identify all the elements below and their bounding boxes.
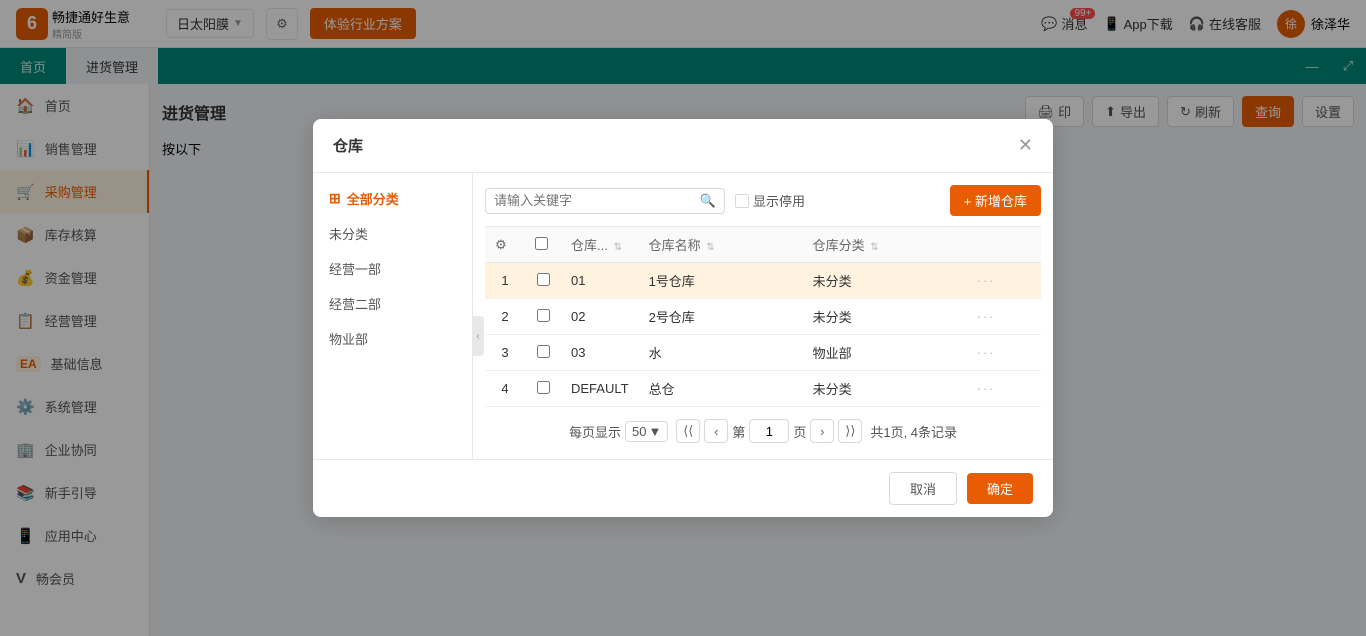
col-id[interactable]: 仓库... ⇅	[561, 227, 639, 263]
table-row[interactable]: 3 03 水 物业部 ···	[485, 335, 1041, 371]
col-actions	[967, 227, 1041, 263]
page-label: 第	[732, 422, 745, 441]
dialog-header: 仓库 ✕	[313, 119, 1053, 173]
cat-item-label: 物业部	[329, 329, 368, 348]
more-actions-icon[interactable]: ···	[977, 345, 996, 360]
row-category: 未分类	[803, 263, 967, 299]
row-index: 1	[485, 263, 525, 299]
prev-page-button[interactable]: ‹	[704, 419, 728, 443]
col-name[interactable]: 仓库名称 ⇅	[639, 227, 803, 263]
grid-icon: ⊞	[329, 190, 341, 207]
row-category: 未分类	[803, 371, 967, 407]
row-select-checkbox[interactable]	[537, 345, 550, 358]
cat-item-ops2[interactable]: 经营二部	[313, 286, 472, 321]
cat-item-label: 未分类	[329, 224, 368, 243]
row-actions[interactable]: ···	[967, 371, 1041, 407]
sort-icon: ⇅	[870, 242, 878, 253]
row-code: 01	[561, 263, 639, 299]
dialog-title: 仓库	[333, 135, 363, 156]
row-select-checkbox[interactable]	[537, 309, 550, 322]
row-checkbox[interactable]	[525, 263, 561, 299]
row-name: 1号仓库	[639, 263, 803, 299]
chevron-down-icon: ▼	[648, 424, 661, 439]
page-size-value: 50	[632, 424, 646, 439]
select-all-checkbox[interactable]	[535, 237, 548, 250]
cat-item-property[interactable]: 物业部	[313, 321, 472, 356]
sort-icon: ⇅	[706, 242, 714, 253]
row-index: 4	[485, 371, 525, 407]
row-code: 02	[561, 299, 639, 335]
table-row[interactable]: 2 02 2号仓库 未分类 ···	[485, 299, 1041, 335]
dialog-body: ⊞ 全部分类 未分类 经营一部 经营二部 物业部 ‹	[313, 173, 1053, 459]
col-settings[interactable]: ⚙	[485, 227, 525, 263]
page-size-select[interactable]: 50 ▼	[625, 421, 668, 442]
more-actions-icon[interactable]: ···	[977, 309, 996, 324]
row-actions[interactable]: ···	[967, 263, 1041, 299]
page-size-area: 每页显示 50 ▼	[569, 421, 668, 442]
row-select-checkbox[interactable]	[537, 273, 550, 286]
sort-icon: ⇅	[613, 242, 621, 253]
row-checkbox[interactable]	[525, 299, 561, 335]
last-page-button[interactable]: ⟩⟩	[838, 419, 862, 443]
cat-item-label: 经营一部	[329, 259, 381, 278]
table-panel: 🔍 显示停用 + 新增仓库 ⚙ 仓库.	[473, 173, 1053, 459]
page-unit: 页	[793, 422, 806, 441]
warehouse-dialog: 仓库 ✕ ⊞ 全部分类 未分类 经营一部 经营二部	[313, 119, 1053, 517]
col-category-label: 仓库分类	[813, 238, 865, 253]
col-checkbox[interactable]	[525, 227, 561, 263]
first-page-button[interactable]: ⟨⟨	[676, 419, 700, 443]
checkbox-icon	[735, 194, 749, 208]
show-disabled-label: 显示停用	[753, 191, 805, 210]
show-disabled-checkbox[interactable]: 显示停用	[735, 191, 805, 210]
next-page-button[interactable]: ›	[810, 419, 834, 443]
add-warehouse-button[interactable]: + 新增仓库	[950, 185, 1041, 216]
warehouse-table: ⚙ 仓库... ⇅ 仓库名称 ⇅ 仓库分类	[485, 226, 1041, 407]
more-actions-icon[interactable]: ···	[977, 381, 996, 396]
collapse-panel-button[interactable]: ‹	[472, 316, 484, 356]
total-info: 共1页, 4条记录	[870, 422, 957, 441]
search-input[interactable]	[494, 193, 700, 208]
more-actions-icon[interactable]: ···	[977, 273, 996, 288]
confirm-button[interactable]: 确定	[967, 473, 1033, 504]
cat-item-label: 经营二部	[329, 294, 381, 313]
page-number-input[interactable]	[749, 419, 789, 443]
category-panel: ⊞ 全部分类 未分类 经营一部 经营二部 物业部 ‹	[313, 173, 473, 459]
row-name: 2号仓库	[639, 299, 803, 335]
cat-item-unclassified[interactable]: 未分类	[313, 216, 472, 251]
table-row[interactable]: 4 DEFAULT 总仓 未分类 ···	[485, 371, 1041, 407]
search-box: 🔍	[485, 188, 725, 214]
row-actions[interactable]: ···	[967, 299, 1041, 335]
col-category[interactable]: 仓库分类 ⇅	[803, 227, 967, 263]
cat-item-label: 全部分类	[347, 189, 399, 208]
row-name: 总仓	[639, 371, 803, 407]
row-category: 未分类	[803, 299, 967, 335]
pagination: 每页显示 50 ▼ ⟨⟨ ‹ 第 页 › ⟩⟩	[485, 407, 1041, 447]
row-code: DEFAULT	[561, 371, 639, 407]
row-checkbox[interactable]	[525, 335, 561, 371]
row-index: 3	[485, 335, 525, 371]
row-checkbox[interactable]	[525, 371, 561, 407]
overlay: 仓库 ✕ ⊞ 全部分类 未分类 经营一部 经营二部	[0, 0, 1366, 636]
cat-item-all[interactable]: ⊞ 全部分类	[313, 181, 472, 216]
close-icon[interactable]: ✕	[1018, 135, 1033, 156]
table-toolbar: 🔍 显示停用 + 新增仓库	[485, 185, 1041, 216]
row-actions[interactable]: ···	[967, 335, 1041, 371]
page-nav: ⟨⟨ ‹ 第 页 › ⟩⟩	[676, 419, 862, 443]
per-page-label: 每页显示	[569, 422, 621, 441]
cancel-button[interactable]: 取消	[889, 472, 957, 505]
search-icon[interactable]: 🔍	[700, 193, 716, 209]
row-category: 物业部	[803, 335, 967, 371]
cat-item-ops1[interactable]: 经营一部	[313, 251, 472, 286]
row-select-checkbox[interactable]	[537, 381, 550, 394]
col-name-label: 仓库名称	[649, 238, 701, 253]
col-id-label: 仓库...	[571, 238, 608, 253]
dialog-footer: 取消 确定	[313, 459, 1053, 517]
row-index: 2	[485, 299, 525, 335]
row-name: 水	[639, 335, 803, 371]
row-code: 03	[561, 335, 639, 371]
table-row[interactable]: 1 01 1号仓库 未分类 ···	[485, 263, 1041, 299]
